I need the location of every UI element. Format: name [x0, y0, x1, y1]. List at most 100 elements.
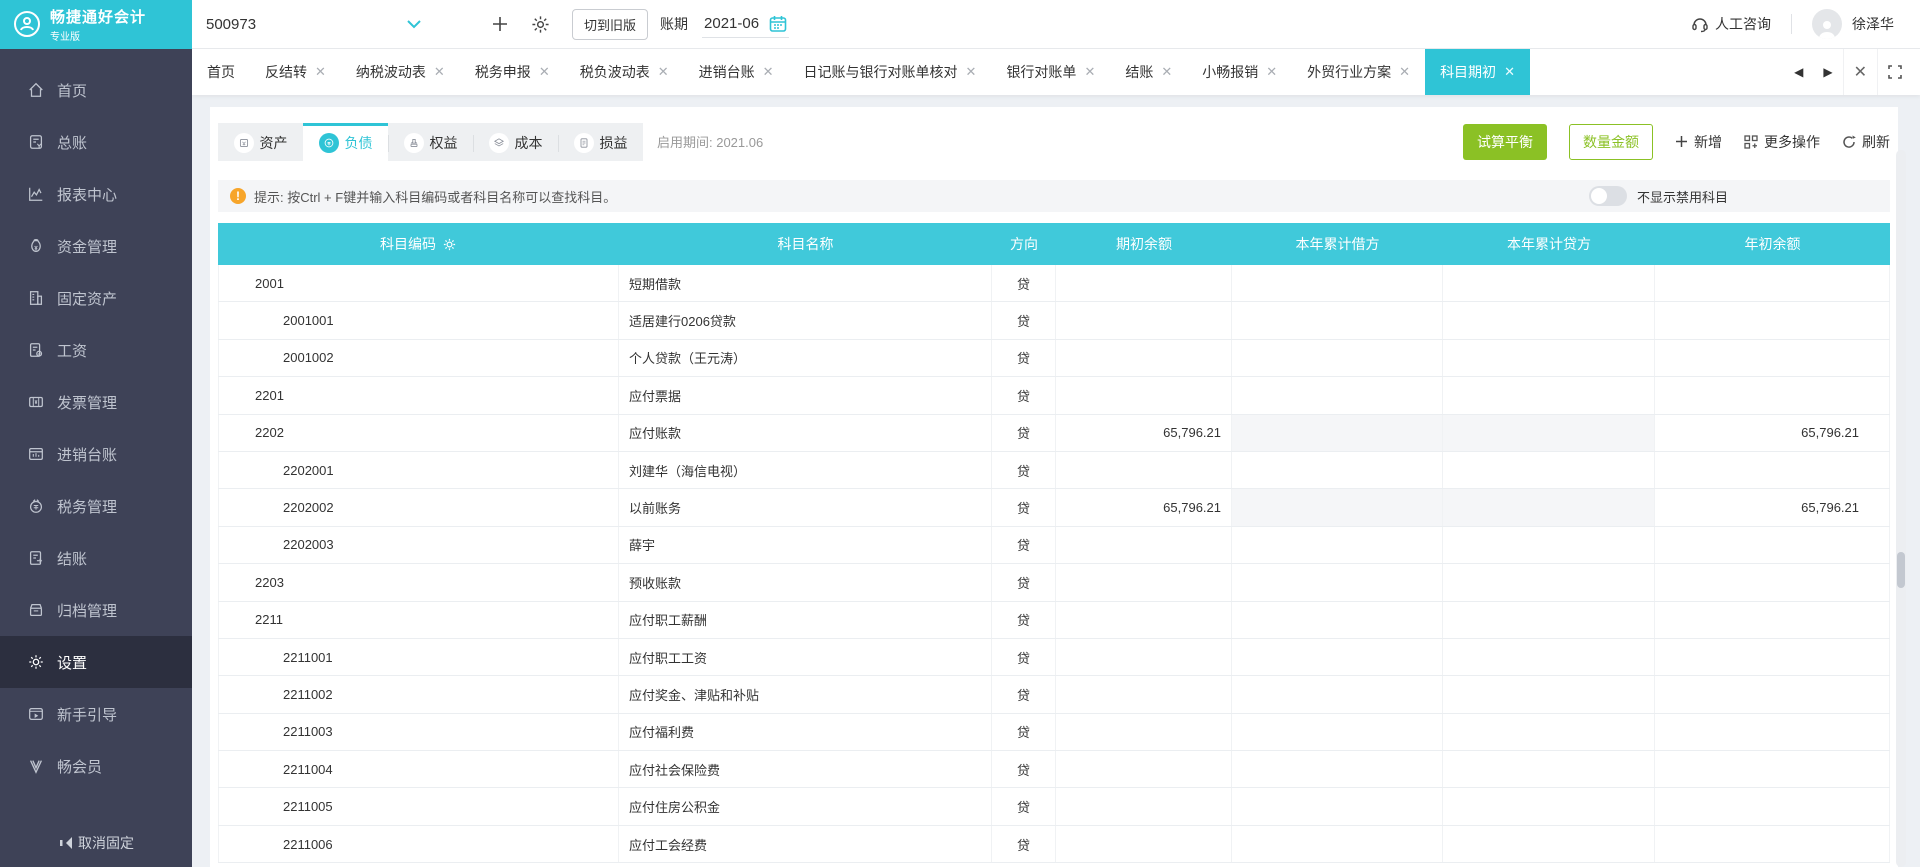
- sidebar-item-5[interactable]: 固定资产: [0, 272, 192, 324]
- member-icon: [27, 757, 45, 775]
- table-row[interactable]: 2211006 应付工会经费贷: [218, 825, 1890, 864]
- cell-ytd-credit: [1443, 601, 1655, 638]
- tab-2[interactable]: 反结转 ✕: [250, 49, 341, 95]
- qty-amount-button[interactable]: 数量金额: [1569, 123, 1653, 160]
- close-tab-icon[interactable]: ✕: [966, 64, 977, 80]
- sidebar-item-2[interactable]: 总账: [0, 116, 192, 168]
- refresh-icon: [1842, 135, 1856, 149]
- cell-opening-balance: [1056, 713, 1232, 751]
- add-account-button[interactable]: [491, 15, 509, 33]
- refresh-button[interactable]: 刷新: [1842, 132, 1890, 152]
- cell-ytd-credit: [1443, 564, 1655, 601]
- cell-direction: 贷: [992, 265, 1056, 302]
- trial-balance-button[interactable]: 试算平衡: [1463, 123, 1547, 160]
- sidebar-item-3[interactable]: 报表中心: [0, 168, 192, 220]
- more-actions-button[interactable]: 更多操作: [1744, 132, 1820, 152]
- cell-ytd-credit: [1443, 788, 1655, 825]
- unpin-sidebar-button[interactable]: 取消固定: [0, 833, 192, 853]
- cell-opening-balance: [1056, 638, 1232, 676]
- gear-icon: [27, 653, 45, 671]
- cell-account-name: 应付票据: [619, 377, 992, 414]
- column-settings-gear-icon[interactable]: [442, 237, 457, 252]
- sidebar-item-8[interactable]: 进销台账: [0, 428, 192, 480]
- table-row[interactable]: 2201 应付票据贷: [218, 377, 1890, 415]
- avatar[interactable]: [1812, 9, 1842, 39]
- table-row[interactable]: 2202001 刘建华（海信电视）贷: [218, 451, 1890, 490]
- table-row[interactable]: 2211003 应付福利费贷: [218, 713, 1890, 752]
- table-row[interactable]: 2202 应付账款贷 65,796.21 65,796.21: [218, 414, 1890, 452]
- subtab-2[interactable]: 负债: [303, 122, 388, 161]
- close-tab-icon[interactable]: ✕: [763, 64, 774, 80]
- tab-12[interactable]: 科目期初 ✕: [1425, 49, 1530, 95]
- sidebar-item-12[interactable]: 设置: [0, 636, 192, 688]
- cell-account-name: 应付工会经费: [619, 825, 992, 863]
- sidebar-item-7[interactable]: 发票管理: [0, 376, 192, 428]
- table-row[interactable]: 2211004 应付社会保险费贷: [218, 751, 1890, 789]
- settings-gear-icon[interactable]: [531, 15, 550, 34]
- tabs-scroll-right-button[interactable]: ▶: [1813, 49, 1842, 95]
- scrollbar-thumb[interactable]: [1897, 552, 1905, 588]
- sidebar-item-13[interactable]: 新手引导: [0, 688, 192, 740]
- vertical-scrollbar[interactable]: [1896, 150, 1906, 867]
- table-row[interactable]: 2001001 适居建行0206贷款贷: [218, 302, 1890, 340]
- tab-1[interactable]: 首页: [192, 49, 250, 95]
- column-header-label: 科目名称: [777, 236, 834, 252]
- sidebar-item-9[interactable]: 税务管理: [0, 480, 192, 532]
- close-tab-icon[interactable]: ✕: [658, 64, 669, 80]
- hide-disabled-accounts-toggle[interactable]: [1588, 186, 1627, 206]
- close-tab-icon[interactable]: ✕: [1084, 64, 1095, 80]
- account-set-value: 500973: [206, 15, 257, 33]
- cell-initial-balance: [1655, 265, 1890, 302]
- sidebar-item-10[interactable]: 结账: [0, 532, 192, 584]
- table-row[interactable]: 2203 预收账款贷: [218, 564, 1890, 602]
- table-row[interactable]: 2001 短期借款贷: [218, 265, 1890, 303]
- tab-6[interactable]: 进销台账 ✕: [684, 49, 789, 95]
- tab-5[interactable]: 税负波动表 ✕: [565, 49, 684, 95]
- tab-3[interactable]: 纳税波动表 ✕: [341, 49, 460, 95]
- support-link[interactable]: 人工咨询: [1691, 14, 1771, 34]
- subtab-5[interactable]: 损益: [558, 123, 643, 161]
- tab-9[interactable]: 结账 ✕: [1110, 49, 1187, 95]
- cell-ytd-debit: [1232, 751, 1443, 788]
- close-tab-icon[interactable]: ✕: [1399, 64, 1410, 80]
- close-tab-icon[interactable]: ✕: [315, 64, 326, 80]
- tab-10[interactable]: 小畅报销 ✕: [1187, 49, 1292, 95]
- sidebar-item-11[interactable]: 归档管理: [0, 584, 192, 636]
- table-row[interactable]: 2211005 应付住房公积金贷: [218, 788, 1890, 826]
- close-tab-icon[interactable]: ✕: [1266, 64, 1277, 80]
- sidebar-item-6[interactable]: 工资: [0, 324, 192, 376]
- tab-4[interactable]: 税务申报 ✕: [460, 49, 565, 95]
- close-tab-icon[interactable]: ✕: [1161, 64, 1172, 80]
- column-header-1[interactable]: 科目编码: [218, 223, 619, 265]
- column-header-label: 科目编码: [380, 236, 436, 252]
- close-tab-icon[interactable]: ✕: [1504, 64, 1515, 80]
- close-all-tabs-button[interactable]: ✕: [1844, 49, 1877, 95]
- sidebar-item-14[interactable]: 畅会员: [0, 740, 192, 792]
- username[interactable]: 徐泽华: [1852, 14, 1894, 34]
- tabs-scroll-left-button[interactable]: ◀: [1784, 49, 1813, 95]
- switch-old-version-button[interactable]: 切到旧版: [572, 8, 649, 40]
- table-row[interactable]: 2202003 薛宇贷: [218, 526, 1890, 565]
- close-tab-icon[interactable]: ✕: [434, 64, 445, 80]
- sidebar: 首页 总账 报表中心 资金管理 固定资产 工资 发票管理 进销台账 税务管理 结账 归档管理 设置 新手…: [0, 49, 192, 867]
- cell-ytd-debit: [1232, 265, 1443, 302]
- subtab-3[interactable]: 权益: [388, 123, 473, 161]
- period-picker[interactable]: 2021-06: [702, 11, 790, 38]
- tab-8[interactable]: 银行对账单 ✕: [991, 49, 1110, 95]
- add-account-row-button[interactable]: 新增: [1675, 132, 1722, 152]
- table-row[interactable]: 2001002 个人贷款（王元涛）贷: [218, 339, 1890, 378]
- close-tab-icon[interactable]: ✕: [539, 64, 550, 80]
- table-row[interactable]: 2202002 以前账务贷 65,796.21 65,796.21: [218, 489, 1890, 527]
- table-row[interactable]: 2211002 应付奖金、津贴和补贴贷: [218, 676, 1890, 714]
- tab-11[interactable]: 外贸行业方案 ✕: [1292, 49, 1425, 95]
- tab-7[interactable]: 日记账与银行对账单核对 ✕: [789, 49, 992, 95]
- table-row[interactable]: 2211001 应付职工工资贷: [218, 638, 1890, 677]
- sidebar-item-4[interactable]: 资金管理: [0, 220, 192, 272]
- sidebar-item-1[interactable]: 首页: [0, 64, 192, 116]
- fullscreen-icon[interactable]: [1878, 49, 1912, 95]
- subtab-1[interactable]: 资产: [218, 123, 303, 161]
- account-set-select[interactable]: 500973: [206, 16, 491, 33]
- cell-direction: 贷: [992, 564, 1056, 601]
- table-row[interactable]: 2211 应付职工薪酬贷: [218, 601, 1890, 639]
- subtab-4[interactable]: 成本: [473, 123, 558, 161]
